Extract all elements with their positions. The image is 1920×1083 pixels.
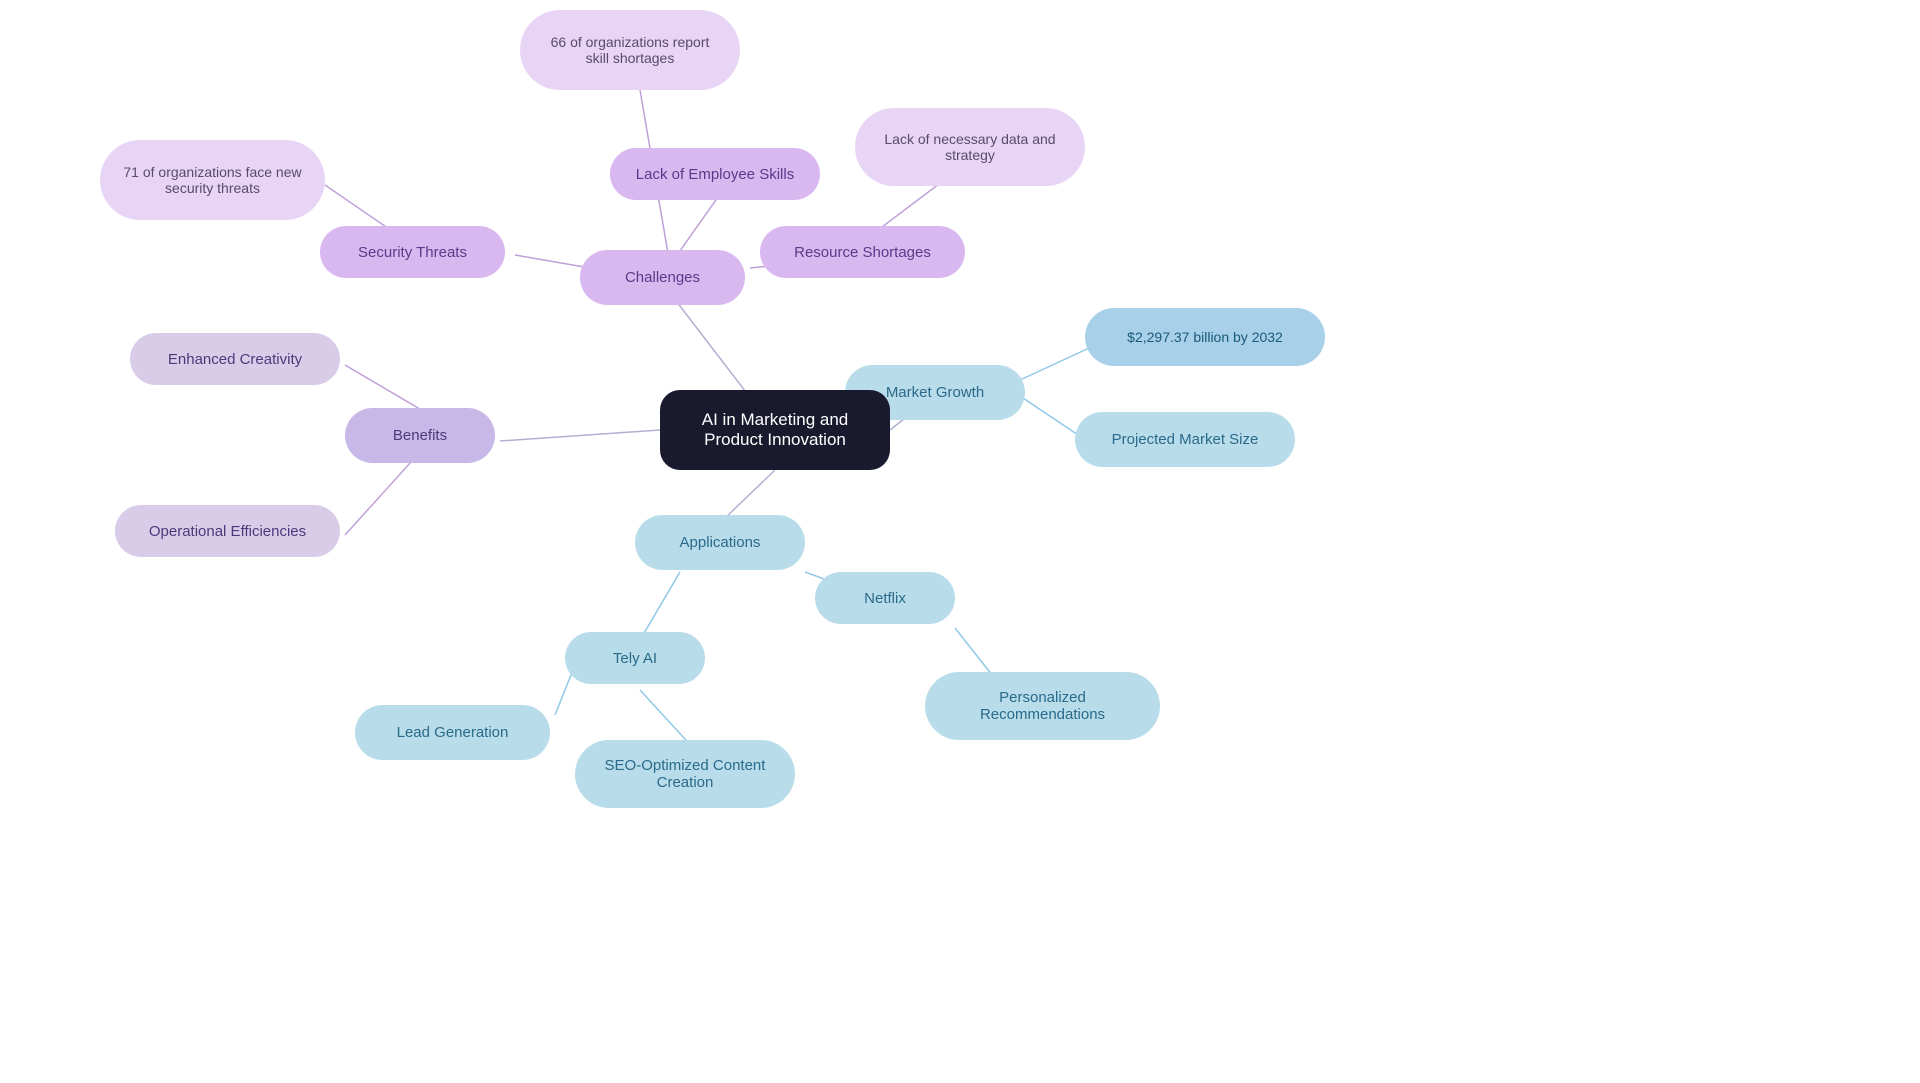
center-node: AI in Marketing and Product Innovation xyxy=(660,390,890,470)
projected-market-size-node: Projected Market Size xyxy=(1075,412,1295,467)
challenges-node: Challenges xyxy=(580,250,745,305)
market-value-node: $2,297.37 billion by 2032 xyxy=(1085,308,1325,366)
security-threats-stat-node: 71 of organizations face new security th… xyxy=(100,140,325,220)
operational-efficiencies-node: Operational Efficiencies xyxy=(115,505,340,557)
security-threats-node: Security Threats xyxy=(320,226,505,278)
lack-employee-skills-node: Lack of Employee Skills xyxy=(610,148,820,200)
seo-content-node: SEO-Optimized Content Creation xyxy=(575,740,795,808)
applications-node: Applications xyxy=(635,515,805,570)
tely-ai-node: Tely AI xyxy=(565,632,705,684)
enhanced-creativity-node: Enhanced Creativity xyxy=(130,333,340,385)
netflix-node: Netflix xyxy=(815,572,955,624)
lack-data-strategy-node: Lack of necessary data and strategy xyxy=(855,108,1085,186)
resource-shortages-node: Resource Shortages xyxy=(760,226,965,278)
lead-generation-node: Lead Generation xyxy=(355,705,550,760)
personalized-recommendations-node: Personalized Recommendations xyxy=(925,672,1160,740)
benefits-node: Benefits xyxy=(345,408,495,463)
skill-shortage-node: 66 of organizations report skill shortag… xyxy=(520,10,740,90)
